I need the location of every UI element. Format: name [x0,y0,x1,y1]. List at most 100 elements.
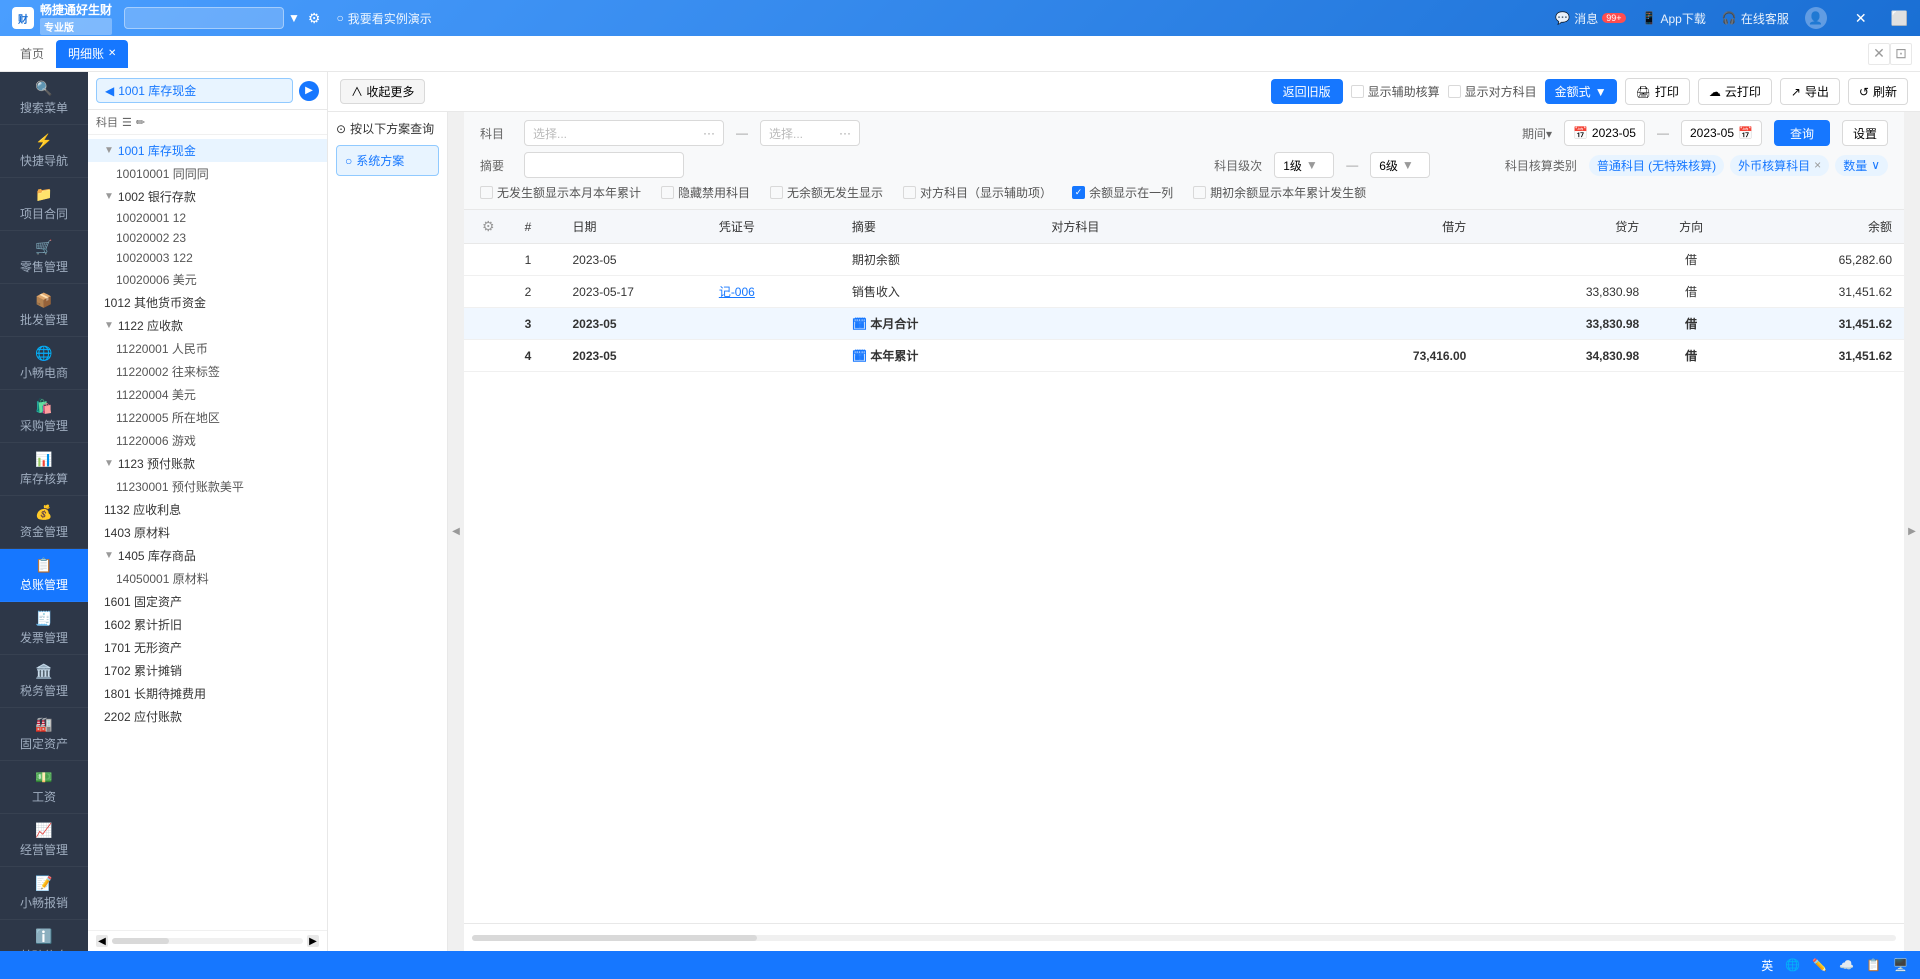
sidebar-item-project[interactable]: 📁 项目合同 [0,178,88,231]
h-scrollbar-track[interactable] [472,935,1896,941]
checkbox-opening-balance[interactable]: 期初余额显示本年累计发生额 [1193,184,1366,201]
query-btn[interactable]: 查询 [1774,120,1830,146]
period-start-input[interactable]: 📅 2023-05 [1564,120,1645,146]
col-direction[interactable]: 方向 [1651,210,1731,244]
sidebar-item-ecommerce[interactable]: 🌐 小畅电商 [0,337,88,390]
scroll-right-btn[interactable]: ▶ [307,935,319,947]
status-globe-icon[interactable]: 🌐 [1785,958,1800,972]
status-clipboard-icon[interactable]: 📋 [1866,958,1881,972]
tree-item-1002[interactable]: ▼ 1002 银行存款 [88,185,327,208]
tree-item-10020002[interactable]: 10020002 23 [88,228,327,248]
collapse-panel-btn[interactable]: ◀ [448,112,464,951]
tag-foreign-remove[interactable]: × [1814,158,1821,172]
col-balance[interactable]: 余额 [1731,210,1904,244]
system-scheme-btn[interactable]: ○ 系统方案 [336,145,439,176]
tree-item-1801[interactable]: 1801 长期待摊费用 [88,682,327,705]
tree-item-1602[interactable]: 1602 累计折旧 [88,613,327,636]
col-settings[interactable]: ⚙ [464,210,513,244]
status-cloud-icon[interactable]: ☁️ [1839,958,1854,972]
settings-icon[interactable]: ⚙ [308,10,321,27]
sidebar-item-sales-report[interactable]: 📝 小畅报销 [0,867,88,920]
subject-level-end[interactable]: 6级 ▼ [1370,152,1430,178]
app-download-btn[interactable]: 📱 App下载 [1642,10,1706,27]
tree-scrollbar[interactable]: ◀ ▶ [88,930,327,951]
tag-normal[interactable]: 普通科目 (无特殊核算) [1589,155,1724,176]
tree-item-11220005[interactable]: 11220005 所在地区 [88,406,327,429]
account-selected[interactable]: ◀ 1001 库存现金 [96,78,293,103]
tree-item-11220001[interactable]: 11220001 人民币 [88,337,327,360]
scroll-left-btn[interactable]: ◀ [96,935,108,947]
checkbox-no-balance-show[interactable]: 无余额无发生显示 [770,184,883,201]
col-date[interactable]: 日期 [561,210,707,244]
tree-item-10010001[interactable]: 10010001 同同同 [88,162,327,185]
tree-item-1123[interactable]: ▼ 1123 预付账款 [88,452,327,475]
subject-level-start[interactable]: 1级 ▼ [1274,152,1334,178]
tree-item-10020003[interactable]: 10020003 122 [88,248,327,268]
window-minimize-btn[interactable]: ⬜ [1891,10,1908,27]
right-collapse-btn[interactable]: ▶ [1904,112,1920,951]
settings-btn[interactable]: 设置 [1842,120,1888,146]
tab-close-icon[interactable]: ✕ [108,48,116,59]
tree-item-11220002[interactable]: 11220002 往来标签 [88,360,327,383]
sidebar-item-operations[interactable]: 📈 经营管理 [0,814,88,867]
sidebar-item-tax[interactable]: 🏛️ 税务管理 [0,655,88,708]
tree-item-2202[interactable]: 2202 应付账款 [88,705,327,728]
col-opposite[interactable]: 对方科目 [1039,210,1305,244]
tree-item-1601[interactable]: 1601 固定资产 [88,590,327,613]
print-btn[interactable]: 🖨 打印 [1625,78,1690,105]
col-debit[interactable]: 借方 [1305,210,1478,244]
checkbox-hide-disabled[interactable]: 隐藏禁用科目 [661,184,750,201]
tree-item-1012[interactable]: 1012 其他货币资金 [88,291,327,314]
sidebar-item-quick[interactable]: ⚡ 快捷导航 [0,125,88,178]
tree-item-11230001[interactable]: 11230001 预付账款美平 [88,475,327,498]
subject-end-input[interactable]: 选择... ··· [760,120,860,146]
online-service-btn[interactable]: 🎧 在线客服 [1722,10,1789,27]
tree-item-1403[interactable]: 1403 原材料 [88,521,327,544]
row-voucher-2[interactable]: 记-006 [707,276,840,308]
tree-item-1001[interactable]: ▼ 1001 库存现金 [88,139,327,162]
tree-item-1701[interactable]: 1701 无形资产 [88,636,327,659]
sidebar-item-assets[interactable]: 🏭 固定资产 [0,708,88,761]
message-btn[interactable]: 💬 消息 99+ [1555,10,1625,27]
col-credit[interactable]: 贷方 [1478,210,1651,244]
sidebar-item-salary[interactable]: 💵 工资 [0,761,88,814]
tree-item-1405[interactable]: ▼ 1405 库存商品 [88,544,327,567]
period-label[interactable]: 期间▾ [1522,125,1552,142]
refresh-btn[interactable]: ↺ 刷新 [1848,78,1908,105]
tag-quantity[interactable]: 数量 ∨ [1835,155,1888,176]
account-edit-icon[interactable]: ✏ [136,116,145,129]
tree-item-1122[interactable]: ▼ 1122 应收款 [88,314,327,337]
checkbox-no-balance[interactable]: 无发生额显示本月本年累计 [480,184,641,201]
sidebar-item-retail[interactable]: 🛒 零售管理 [0,231,88,284]
col-voucher[interactable]: 凭证号 [707,210,840,244]
sidebar-item-inventory[interactable]: 📊 库存核算 [0,443,88,496]
sidebar-item-search[interactable]: 🔍 搜索菜单 [0,72,88,125]
show-opposite-checkbox[interactable]: 显示对方科目 [1448,83,1537,100]
tree-item-14050001[interactable]: 14050001 原材料 [88,567,327,590]
window-close-btn[interactable]: ✕ [1855,10,1867,27]
summary-input[interactable] [524,152,684,178]
user-info[interactable]: 👤 [1805,7,1831,29]
tree-item-1132[interactable]: 1132 应收利息 [88,498,327,521]
subject-input[interactable]: 选择... ··· [524,120,724,146]
settings-gear-icon[interactable]: ⚙ [482,218,495,234]
search-dropdown-icon[interactable]: ▼ [288,11,300,25]
checkbox-opposite[interactable]: 对方科目（显示辅助项） [903,184,1052,201]
status-lang-btn[interactable]: 英 [1761,957,1773,974]
tree-item-11220004[interactable]: 11220004 美元 [88,383,327,406]
checkbox-balance-one-col[interactable]: ✓ 余额显示在一列 [1072,184,1173,201]
col-summary[interactable]: 摘要 [840,210,1040,244]
cloud-print-btn[interactable]: ☁ 云打印 [1698,78,1772,105]
demo-link[interactable]: ○ 我要看实例演示 [336,10,431,27]
panel-minimize-btn[interactable]: ⊡ [1890,43,1912,65]
account-next-btn[interactable]: ▶ [299,81,319,101]
top-search-input[interactable] [124,7,284,29]
tree-item-10020006[interactable]: 10020006 美元 [88,268,327,291]
tree-item-1702[interactable]: 1702 累计摊销 [88,659,327,682]
status-monitor-icon[interactable]: 🖥️ [1893,958,1908,972]
sidebar-item-invoice[interactable]: 🧾 发票管理 [0,602,88,655]
tab-detail[interactable]: 明细账 ✕ [56,40,128,68]
show-auxiliary-checkbox[interactable]: 显示辅助核算 [1351,83,1440,100]
voucher-link[interactable]: 记-006 [719,285,755,299]
return-old-version-btn[interactable]: 返回旧版 [1271,79,1343,104]
